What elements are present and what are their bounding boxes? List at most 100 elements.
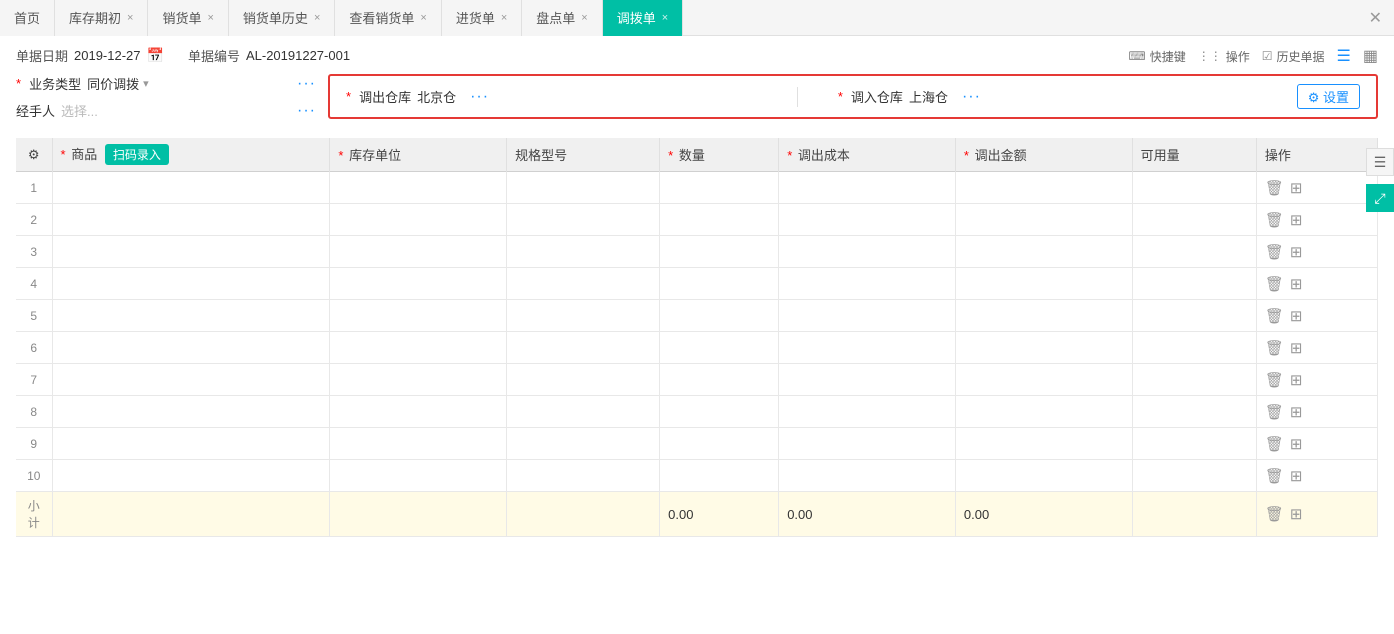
cell-cost[interactable] [779,204,956,236]
cell-available[interactable] [1132,236,1256,268]
cell-unit[interactable] [330,396,507,428]
cell-unit[interactable] [330,204,507,236]
in-warehouse-more[interactable]: ··· [962,88,981,106]
row-copy-icon[interactable]: ⊞ [1290,403,1303,421]
business-type-more[interactable]: ··· [297,75,316,93]
out-warehouse-more[interactable]: ··· [470,88,489,106]
subtotal-delete-icon[interactable]: 🗑 [1265,505,1284,523]
tab-purchase[interactable]: 进货单 × [442,0,522,36]
cell-product[interactable] [52,204,330,236]
cell-amount[interactable] [955,428,1132,460]
row-copy-icon[interactable]: ⊞ [1290,307,1303,325]
cell-product[interactable] [52,332,330,364]
cell-cost[interactable] [779,332,956,364]
cell-available[interactable] [1132,364,1256,396]
cell-unit[interactable] [330,236,507,268]
cell-product[interactable] [52,172,330,204]
cell-available[interactable] [1132,268,1256,300]
cell-cost[interactable] [779,396,956,428]
row-delete-icon[interactable]: 🗑 [1265,371,1284,389]
shortcut-action[interactable]: ⌨ 快捷键 [1128,48,1185,65]
cell-amount[interactable] [955,396,1132,428]
manager-select[interactable]: 选择... [61,101,98,120]
tab-close-purchase[interactable]: × [501,12,507,24]
cell-amount[interactable] [955,204,1132,236]
cell-spec[interactable] [507,172,660,204]
cell-product[interactable] [52,268,330,300]
cell-amount[interactable] [955,300,1132,332]
cell-available[interactable] [1132,460,1256,492]
tab-inventory-check[interactable]: 盘点单 × [522,0,602,36]
cell-spec[interactable] [507,332,660,364]
cell-unit[interactable] [330,172,507,204]
row-delete-icon[interactable]: 🗑 [1265,339,1284,357]
tab-transfer[interactable]: 调拨单 × [603,0,683,36]
cell-qty[interactable] [660,300,779,332]
cell-available[interactable] [1132,332,1256,364]
row-delete-icon[interactable]: 🗑 [1265,243,1284,261]
cell-spec[interactable] [507,460,660,492]
tab-close-inventory-check[interactable]: × [581,12,587,24]
cell-cost[interactable] [779,300,956,332]
manager-more[interactable]: ··· [297,102,316,120]
cell-amount[interactable] [955,332,1132,364]
sidebar-expand-icon[interactable]: ⤢ [1366,184,1394,212]
cell-qty[interactable] [660,396,779,428]
row-delete-icon[interactable]: 🗑 [1265,211,1284,229]
row-delete-icon[interactable]: 🗑 [1265,467,1284,485]
tab-close-sales[interactable]: × [207,12,213,24]
sidebar-list-icon[interactable]: ☰ [1366,148,1394,176]
tab-sales-history[interactable]: 销货单历史 × [229,0,335,36]
cell-spec[interactable] [507,204,660,236]
scan-button[interactable]: 扫码录入 [105,144,169,165]
row-copy-icon[interactable]: ⊞ [1290,275,1303,293]
operate-action[interactable]: ⋮⋮ 操作 [1198,48,1250,65]
cell-unit[interactable] [330,364,507,396]
row-copy-icon[interactable]: ⊞ [1290,467,1303,485]
cell-unit[interactable] [330,428,507,460]
cell-cost[interactable] [779,172,956,204]
row-delete-icon[interactable]: 🗑 [1265,179,1284,197]
cell-cost[interactable] [779,428,956,460]
cell-spec[interactable] [507,268,660,300]
business-type-select[interactable]: 同价调拨 ▾ [87,74,149,93]
layout-grid-icon[interactable]: ▦ [1363,46,1378,66]
row-delete-icon[interactable]: 🗑 [1265,275,1284,293]
tab-sales[interactable]: 销货单 × [148,0,228,36]
tab-view-sales[interactable]: 查看销货单 × [335,0,441,36]
row-delete-icon[interactable]: 🗑 [1265,307,1284,325]
cell-unit[interactable] [330,460,507,492]
subtotal-copy-icon[interactable]: ⊞ [1290,505,1303,523]
cell-qty[interactable] [660,460,779,492]
tab-home[interactable]: 首页 [0,0,55,36]
calendar-icon[interactable]: 📅 [147,47,164,64]
cell-qty[interactable] [660,428,779,460]
cell-product[interactable] [52,236,330,268]
row-copy-icon[interactable]: ⊞ [1290,179,1303,197]
tab-close-view-sales[interactable]: × [420,12,426,24]
cell-product[interactable] [52,396,330,428]
cell-spec[interactable] [507,364,660,396]
cell-cost[interactable] [779,268,956,300]
cell-qty[interactable] [660,268,779,300]
row-copy-icon[interactable]: ⊞ [1290,371,1303,389]
cell-qty[interactable] [660,204,779,236]
cell-available[interactable] [1132,428,1256,460]
row-copy-icon[interactable]: ⊞ [1290,339,1303,357]
cell-amount[interactable] [955,460,1132,492]
cell-cost[interactable] [779,460,956,492]
cell-available[interactable] [1132,172,1256,204]
cell-available[interactable] [1132,300,1256,332]
cell-qty[interactable] [660,236,779,268]
cell-amount[interactable] [955,172,1132,204]
cell-amount[interactable] [955,364,1132,396]
tab-close-inventory-init[interactable]: × [127,12,133,24]
tab-close-sales-history[interactable]: × [314,12,320,24]
cell-spec[interactable] [507,236,660,268]
cell-qty[interactable] [660,364,779,396]
history-action[interactable]: ☑ 历史单据 [1262,48,1325,65]
layout-list-icon[interactable]: ☰ [1337,46,1351,66]
cell-spec[interactable] [507,300,660,332]
row-delete-icon[interactable]: 🗑 [1265,403,1284,421]
cell-qty[interactable] [660,172,779,204]
